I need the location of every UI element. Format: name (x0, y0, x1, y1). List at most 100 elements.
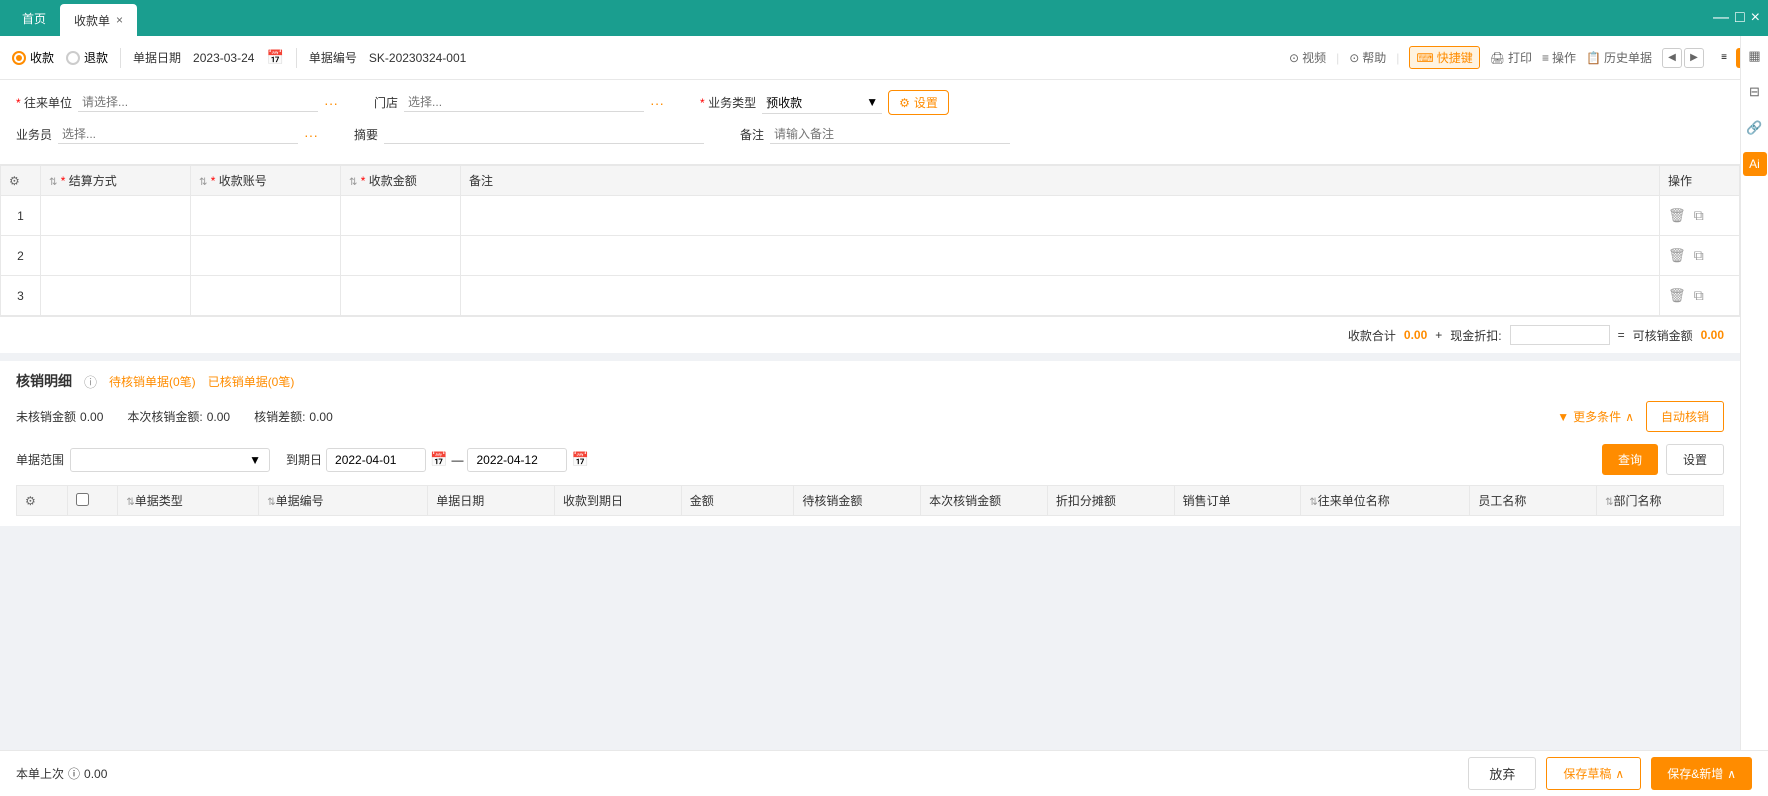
shortcut-btn[interactable]: ⌨ 快捷键 (1409, 46, 1479, 69)
close-icon[interactable]: × (1751, 9, 1760, 27)
row-note-1[interactable] (461, 196, 1660, 236)
number-label: 单据编号 (309, 49, 357, 66)
date-to-input[interactable] (467, 448, 567, 472)
plus-sign: + (1435, 328, 1442, 342)
row-account-2[interactable] (191, 236, 341, 276)
store-more-btn[interactable]: ··· (650, 95, 664, 111)
delete-icon-3[interactable]: 🗑 (1668, 287, 1686, 304)
operation-btn[interactable]: ≡ 操作 (1542, 49, 1576, 66)
help-btn[interactable]: ⊙ 帮助 (1349, 49, 1386, 66)
th-settings[interactable]: ⚙ (1, 166, 41, 196)
row-note-3[interactable] (461, 276, 1660, 316)
row-amount-2[interactable] (341, 236, 461, 276)
print-btn[interactable]: 🖨 打印 (1490, 49, 1532, 66)
row-note-2[interactable] (461, 236, 1660, 276)
query-btn[interactable]: 查询 (1602, 444, 1658, 475)
content-area: * 往来单位 ··· 门店 ··· * 业务类型 预收款 ▼ (0, 80, 1768, 750)
select-all-checkbox[interactable] (76, 493, 89, 506)
row-amount-3[interactable] (341, 276, 461, 316)
sidebar-icon-link[interactable]: 🔗 (1743, 116, 1767, 140)
number-value: SK-20230324-001 (369, 51, 466, 65)
bth-amount: 金额 (681, 486, 794, 516)
row-settlement-2[interactable] (41, 236, 191, 276)
radio-refund[interactable]: 退款 (66, 49, 108, 66)
view-list[interactable]: ≡ (1714, 48, 1734, 68)
receipt-table: ⚙ ⇅ * 结算方式 ⇅ * 收款账号 ⇅ * 收款 (0, 165, 1740, 316)
nav-prev[interactable]: ◀ (1662, 48, 1682, 68)
discount-input[interactable] (1510, 325, 1610, 345)
bottom-table: ⚙ ⇅单据类型 ⇅单据编号 单据日期 收款到期日 金额 待核销金额 本次 (16, 485, 1724, 516)
note-label: 备注 (740, 126, 764, 143)
delete-icon-2[interactable]: 🗑 (1668, 247, 1686, 264)
more-conditions-btn[interactable]: ▼ 更多条件 ∧ (1557, 408, 1634, 425)
row-settlement-1[interactable] (41, 196, 191, 236)
save-draft-btn[interactable]: 保存草稿 ∧ (1546, 757, 1641, 790)
radio-receipt-dot (12, 51, 26, 65)
available-value: 0.00 (1701, 328, 1724, 342)
row-action-1: 🗑 ⧉ (1660, 196, 1740, 236)
total-label: 收款合计 (1348, 327, 1396, 344)
row-settlement-3[interactable] (41, 276, 191, 316)
settings-btn[interactable]: 设置 (1666, 444, 1724, 475)
summary-input[interactable] (384, 125, 704, 144)
delete-icon-1[interactable]: 🗑 (1668, 207, 1686, 224)
range-select[interactable]: ▼ (70, 448, 270, 472)
row-amount-1[interactable] (341, 196, 461, 236)
date-from-input[interactable] (326, 448, 426, 472)
discard-btn[interactable]: 放弃 (1468, 757, 1536, 790)
filter-actions: 查询 设置 (1602, 444, 1724, 475)
bottom-gear-icon[interactable]: ⚙ (25, 494, 36, 508)
verification-section: 核销明细 ⓘ 待核销单据(0笔) 已核销单据(0笔) 未核销金额 0.00 本次… (0, 361, 1740, 526)
staff-input[interactable] (58, 125, 298, 144)
row-account-1[interactable] (191, 196, 341, 236)
form-settings-btn[interactable]: ⚙ 设置 (888, 90, 949, 115)
done-tab[interactable]: 已核销单据(0笔) (208, 373, 295, 390)
window-controls: — □ × (1713, 9, 1760, 27)
table-row: 2 🗑 ⧉ (1, 236, 1740, 276)
copy-icon-2[interactable]: ⧉ (1694, 247, 1704, 264)
due-date-field: 到期日 📅 — 📅 (286, 448, 589, 472)
divider1 (120, 48, 121, 68)
date-from-calendar-icon[interactable]: 📅 (430, 451, 447, 468)
date-to-calendar-icon[interactable]: 📅 (571, 451, 588, 468)
business-type-select[interactable]: 预收款 ▼ (762, 92, 882, 114)
copy-icon-1[interactable]: ⧉ (1694, 207, 1704, 224)
date-calendar-icon[interactable]: 📅 (266, 49, 283, 66)
store-input[interactable] (404, 93, 644, 112)
row-account-3[interactable] (191, 276, 341, 316)
business-type-label: * 业务类型 (700, 94, 756, 111)
filter-fields: 单据范围 ▼ 到期日 📅 — 📅 (16, 448, 589, 472)
counterparty-more-btn[interactable]: ··· (324, 95, 338, 111)
minimize-icon[interactable]: — (1713, 9, 1729, 27)
save-new-btn[interactable]: 保存&新增 ∧ (1651, 757, 1752, 790)
radio-receipt[interactable]: 收款 (12, 49, 54, 66)
sidebar-icon-ai[interactable]: Ai (1743, 152, 1767, 176)
filter-icon: ▼ (1557, 410, 1569, 424)
pending-tab[interactable]: 待核销单据(0笔) (109, 373, 196, 390)
video-btn[interactable]: ⊙ 视频 (1289, 49, 1326, 66)
bth-settings[interactable]: ⚙ (17, 486, 68, 516)
footer-buttons: 放弃 保存草稿 ∧ 保存&新增 ∧ (1468, 757, 1752, 790)
sidebar-icon-table[interactable]: ▦ (1743, 44, 1767, 68)
copy-icon-3[interactable]: ⧉ (1694, 287, 1704, 304)
footer-info-icon[interactable]: ⓘ (68, 765, 80, 782)
maximize-icon[interactable]: □ (1735, 9, 1745, 27)
summary-field: 摘要 (354, 125, 704, 144)
note-input[interactable] (770, 125, 1010, 144)
due-label: 到期日 (286, 451, 322, 468)
bth-pending: 待核销金额 (794, 486, 921, 516)
verification-info-icon[interactable]: ⓘ (84, 372, 97, 391)
history-btn[interactable]: 📋 历史单据 (1586, 49, 1652, 66)
bth-doc-num: ⇅单据编号 (259, 486, 428, 516)
tab-home[interactable]: 首页 (8, 0, 60, 36)
staff-more-btn[interactable]: ··· (304, 127, 318, 143)
table-gear-icon[interactable]: ⚙ (9, 174, 20, 188)
nav-next[interactable]: ▶ (1684, 48, 1704, 68)
sidebar-icon-list[interactable]: ⊟ (1743, 80, 1767, 104)
th-amount: ⇅ * 收款金额 (341, 166, 461, 196)
tab-receipt[interactable]: 收款单 × (60, 4, 137, 36)
auto-verification-btn[interactable]: 自动核销 (1646, 401, 1724, 432)
counterparty-input[interactable] (78, 93, 318, 112)
unchecked-stat: 未核销金额 0.00 (16, 408, 103, 425)
tab-close-icon[interactable]: × (116, 13, 123, 27)
